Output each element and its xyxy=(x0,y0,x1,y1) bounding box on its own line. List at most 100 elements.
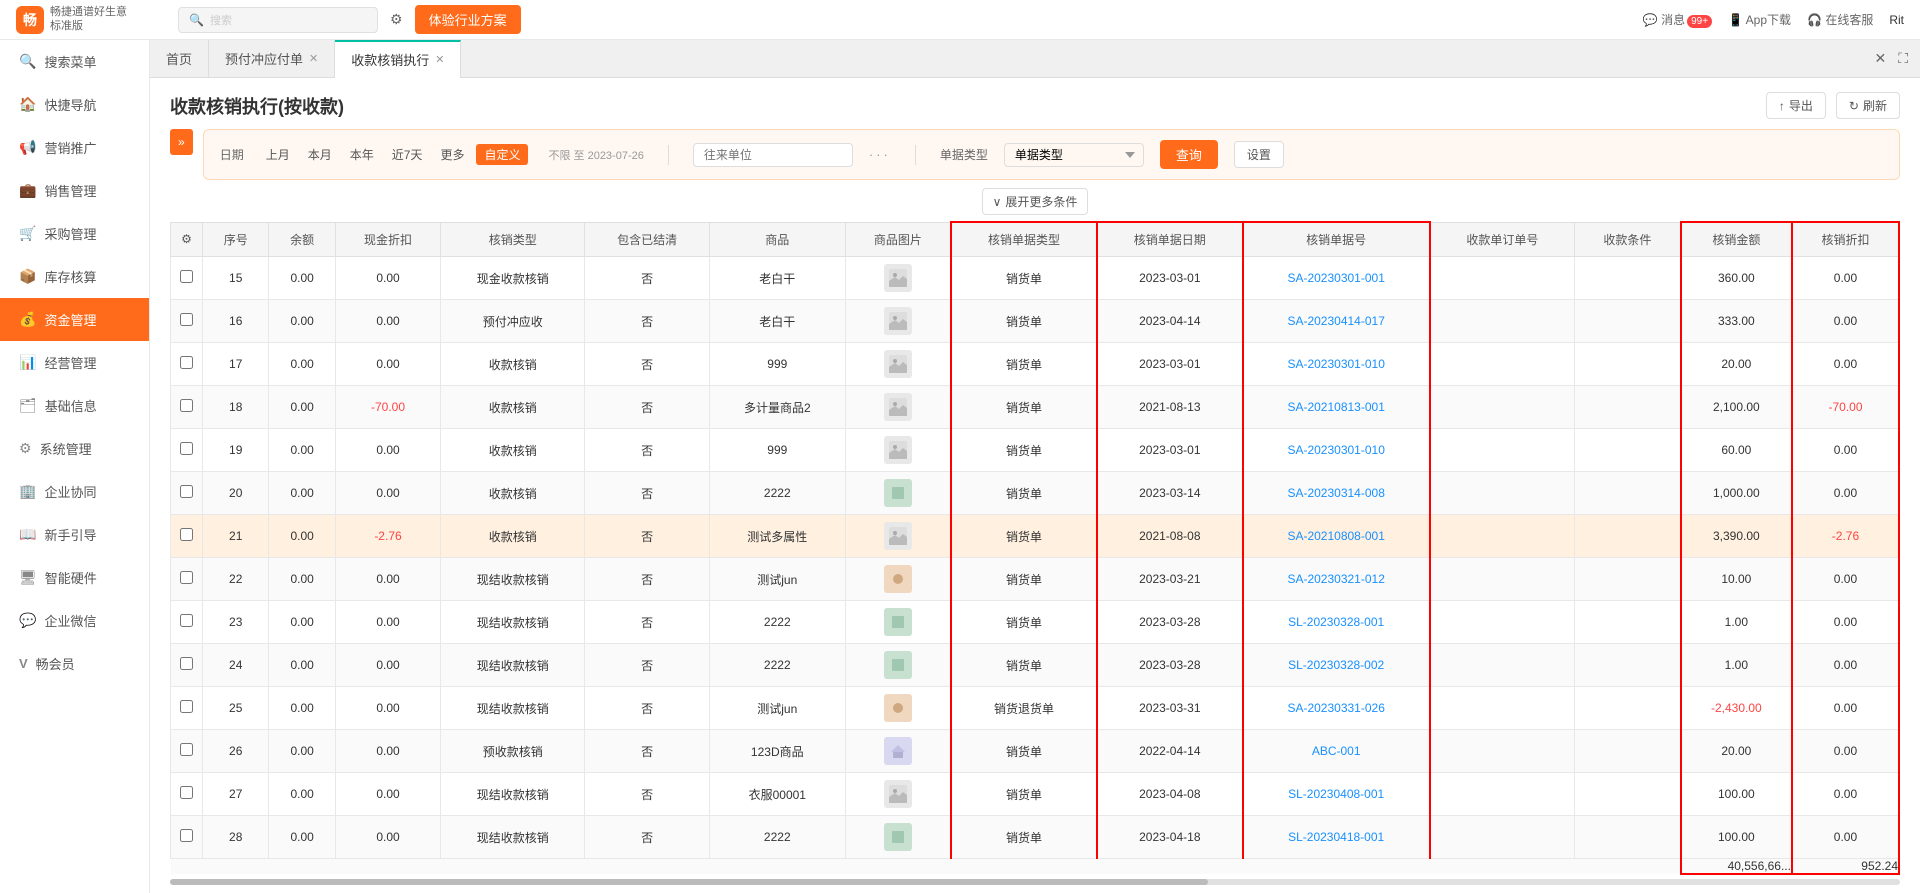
row-checkbox[interactable] xyxy=(180,485,193,498)
sidebar-item-guide[interactable]: 📖 新手引导 xyxy=(0,513,149,556)
horizontal-scrollbar[interactable] xyxy=(170,879,1900,885)
refresh-button[interactable]: ↻ 刷新 xyxy=(1836,92,1900,119)
cell-verify-bill-no[interactable]: SL-20230408-001 xyxy=(1243,773,1430,816)
bill-no-link[interactable]: SL-20230408-001 xyxy=(1288,787,1384,801)
row-checkbox[interactable] xyxy=(180,442,193,455)
user-name[interactable]: Rit xyxy=(1889,13,1904,27)
filter-settings-button[interactable]: 设置 xyxy=(1234,141,1284,168)
cell-verify-bill-no[interactable]: SA-20230314-008 xyxy=(1243,472,1430,515)
tab-close-all-button[interactable]: ✕ xyxy=(1870,48,1890,69)
cell-gear[interactable] xyxy=(171,429,203,472)
sidebar-item-operation[interactable]: 📊 经营管理 xyxy=(0,341,149,384)
cell-gear[interactable] xyxy=(171,773,203,816)
message-icon[interactable]: 💬 消息99+ xyxy=(1643,11,1712,28)
tab-home[interactable]: 首页 xyxy=(150,40,209,78)
sidebar-item-shortcut[interactable]: 🏠 快捷导航 xyxy=(0,83,149,126)
cell-verify-bill-no[interactable]: SL-20230418-001 xyxy=(1243,816,1430,859)
cell-gear[interactable] xyxy=(171,558,203,601)
bill-no-link[interactable]: ABC-001 xyxy=(1312,744,1361,758)
tab-prepay-close[interactable]: ✕ xyxy=(309,52,318,65)
sidebar-item-hardware[interactable]: 🖥 智能硬件 xyxy=(0,556,149,599)
cell-gear[interactable] xyxy=(171,816,203,859)
cell-gear[interactable] xyxy=(171,515,203,558)
cell-gear[interactable] xyxy=(171,472,203,515)
cell-verify-bill-no[interactable]: SL-20230328-002 xyxy=(1243,644,1430,687)
sidebar-item-member[interactable]: V 畅会员 xyxy=(0,642,149,685)
sidebar-item-purchase[interactable]: 🛒 采购管理 xyxy=(0,212,149,255)
date-btn-this-month[interactable]: 本月 xyxy=(302,144,338,165)
cell-verify-bill-no[interactable]: SA-20210813-001 xyxy=(1243,386,1430,429)
row-checkbox[interactable] xyxy=(180,743,193,756)
bill-no-link[interactable]: SA-20230301-001 xyxy=(1287,271,1384,285)
row-checkbox[interactable] xyxy=(180,270,193,283)
row-checkbox[interactable] xyxy=(180,657,193,670)
cell-verify-bill-no[interactable]: SA-20230301-001 xyxy=(1243,257,1430,300)
collapse-filter-button[interactable]: » xyxy=(170,129,193,155)
tab-prepay[interactable]: 预付冲应付单 ✕ xyxy=(209,40,335,78)
tab-maximize-button[interactable]: ⛶ xyxy=(1894,48,1912,69)
cell-verify-bill-no[interactable]: SA-20230321-012 xyxy=(1243,558,1430,601)
top-search-box[interactable]: 🔍 搜索 xyxy=(178,7,378,33)
col-header-gear[interactable]: ⚙ xyxy=(171,222,203,257)
voucher-type-select[interactable]: 单据类型 xyxy=(1004,143,1144,167)
cell-verify-bill-no[interactable]: SA-20230331-026 xyxy=(1243,687,1430,730)
cell-verify-bill-no[interactable]: SL-20230328-001 xyxy=(1243,601,1430,644)
cell-verify-bill-no[interactable]: SA-20210808-001 xyxy=(1243,515,1430,558)
settings-icon[interactable]: ⚙ xyxy=(390,11,403,28)
cell-verify-bill-no[interactable]: SA-20230414-017 xyxy=(1243,300,1430,343)
bill-no-link[interactable]: SA-20230301-010 xyxy=(1287,357,1384,371)
sidebar-item-sales[interactable]: 💼 销售管理 xyxy=(0,169,149,212)
date-btn-custom[interactable]: 自定义 xyxy=(476,144,528,165)
bill-no-link[interactable]: SA-20230414-017 xyxy=(1287,314,1384,328)
date-btn-more[interactable]: 更多 xyxy=(434,144,470,165)
cell-gear[interactable] xyxy=(171,386,203,429)
bill-no-link[interactable]: SL-20230328-002 xyxy=(1288,658,1384,672)
online-service-link[interactable]: 🎧 在线客服 xyxy=(1807,11,1873,28)
app-download-link[interactable]: 📱 App下载 xyxy=(1728,11,1791,28)
cell-verify-bill-no[interactable]: ABC-001 xyxy=(1243,730,1430,773)
bill-no-link[interactable]: SA-20210808-001 xyxy=(1287,529,1384,543)
cell-gear[interactable] xyxy=(171,730,203,773)
cell-gear[interactable] xyxy=(171,300,203,343)
tab-collect-close[interactable]: ✕ xyxy=(435,53,444,66)
partner-filter-input[interactable] xyxy=(693,143,853,167)
date-btn-this-year[interactable]: 本年 xyxy=(344,144,380,165)
cell-gear[interactable] xyxy=(171,644,203,687)
bill-no-link[interactable]: SA-20230331-026 xyxy=(1287,701,1384,715)
sidebar-item-finance[interactable]: 💰 资金管理 xyxy=(0,298,149,341)
row-checkbox[interactable] xyxy=(180,614,193,627)
bill-no-link[interactable]: SL-20230418-001 xyxy=(1288,830,1384,844)
scrollbar-thumb[interactable] xyxy=(170,879,1208,885)
row-checkbox[interactable] xyxy=(180,571,193,584)
bill-no-link[interactable]: SA-20230301-010 xyxy=(1287,443,1384,457)
tab-collect[interactable]: 收款核销执行 ✕ xyxy=(335,40,461,78)
cell-gear[interactable] xyxy=(171,601,203,644)
bill-no-link[interactable]: SL-20230328-001 xyxy=(1288,615,1384,629)
row-checkbox[interactable] xyxy=(180,829,193,842)
sidebar-item-system[interactable]: ⚙ 系统管理 xyxy=(0,427,149,470)
sidebar-item-basic[interactable]: 🗂 基础信息 xyxy=(0,384,149,427)
query-button[interactable]: 查询 xyxy=(1160,140,1218,169)
sidebar-item-wechat[interactable]: 💬 企业微信 xyxy=(0,599,149,642)
sidebar-item-search[interactable]: 🔍 搜索菜单 xyxy=(0,40,149,83)
bill-no-link[interactable]: SA-20230321-012 xyxy=(1287,572,1384,586)
cell-gear[interactable] xyxy=(171,343,203,386)
expand-more-button[interactable]: ∨ 展开更多条件 xyxy=(982,188,1089,215)
bill-no-link[interactable]: SA-20210813-001 xyxy=(1287,400,1384,414)
row-checkbox[interactable] xyxy=(180,786,193,799)
sidebar-item-marketing[interactable]: 📢 营销推广 xyxy=(0,126,149,169)
row-checkbox[interactable] xyxy=(180,356,193,369)
row-checkbox[interactable] xyxy=(180,313,193,326)
sidebar-item-inventory[interactable]: 📦 库存核算 xyxy=(0,255,149,298)
sidebar-item-enterprise[interactable]: 🏢 企业协同 xyxy=(0,470,149,513)
export-button[interactable]: ↑ 导出 xyxy=(1766,92,1826,119)
row-checkbox[interactable] xyxy=(180,700,193,713)
cell-verify-bill-no[interactable]: SA-20230301-010 xyxy=(1243,429,1430,472)
cell-gear[interactable] xyxy=(171,257,203,300)
row-checkbox[interactable] xyxy=(180,528,193,541)
date-btn-last-month[interactable]: 上月 xyxy=(260,144,296,165)
cell-verify-bill-no[interactable]: SA-20230301-010 xyxy=(1243,343,1430,386)
solution-button[interactable]: 体验行业方案 xyxy=(415,5,521,34)
bill-no-link[interactable]: SA-20230314-008 xyxy=(1287,486,1384,500)
cell-gear[interactable] xyxy=(171,687,203,730)
